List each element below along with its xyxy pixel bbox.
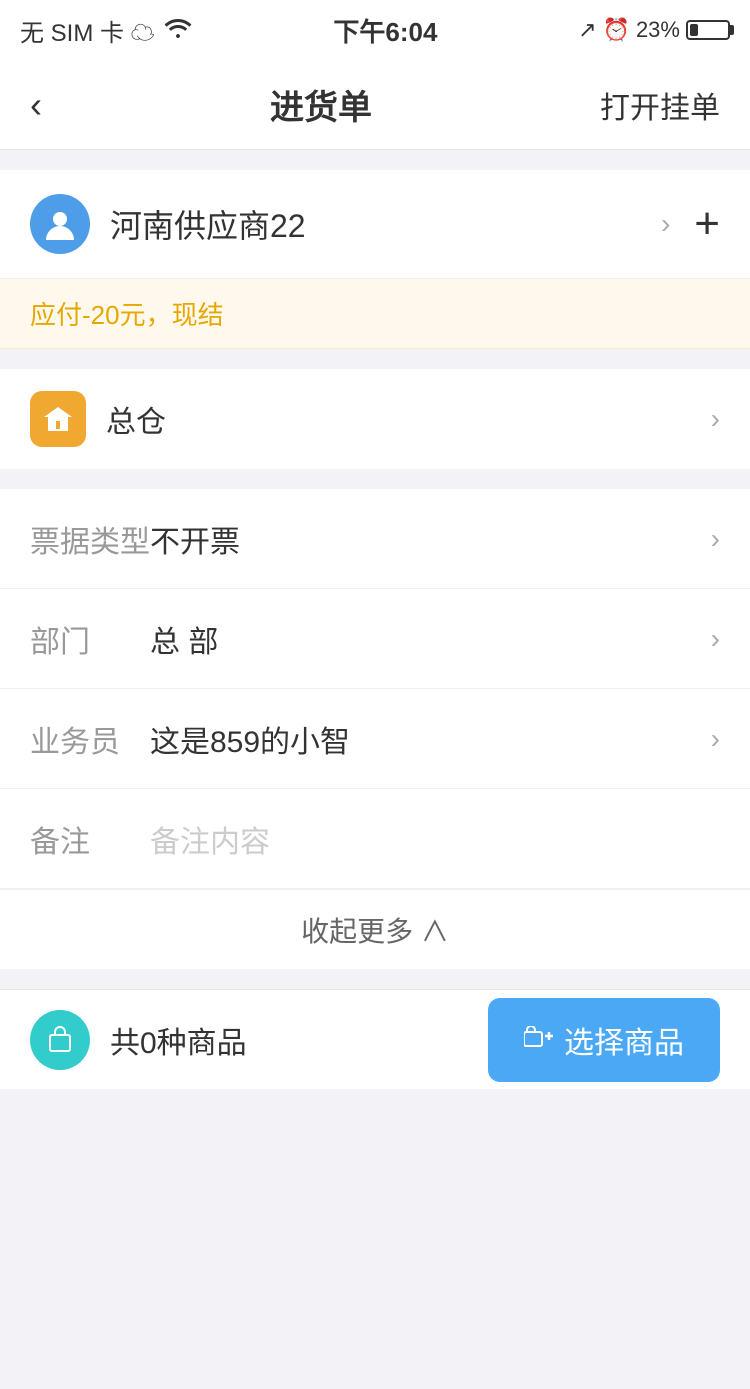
- ticket-type-label: 票据类型: [30, 517, 150, 561]
- battery-percent: 23%: [636, 17, 680, 43]
- remark-label: 备注: [30, 817, 150, 861]
- footer-gray: [0, 1089, 750, 1389]
- ticket-type-chevron-icon: ›: [711, 523, 720, 555]
- cart-plus-icon: [524, 1026, 554, 1054]
- status-bar: 无 SIM 卡 ☁ 下午6:04 ↗ ⏰ 23%: [0, 0, 750, 60]
- supplier-row[interactable]: 河南供应商22 › +: [0, 170, 750, 279]
- select-product-button[interactable]: 选择商品: [488, 998, 720, 1082]
- remark-value[interactable]: 备注内容: [150, 817, 720, 861]
- warehouse-icon-wrap: [30, 391, 86, 447]
- salesperson-row[interactable]: 业务员 这是859的小智 ›: [0, 689, 750, 789]
- supplier-name: 河南供应商22: [110, 201, 661, 247]
- department-label: 部门: [30, 617, 150, 661]
- supplier-chevron-icon: ›: [661, 208, 670, 240]
- open-pending-button[interactable]: 打开挂单: [600, 83, 720, 127]
- bottom-bar: 共0种商品 选择商品: [0, 989, 750, 1089]
- status-right: ↗ ⏰ 23%: [578, 17, 730, 43]
- section-gap-1: [0, 150, 750, 170]
- add-supplier-button[interactable]: +: [694, 202, 720, 246]
- department-value: 总 部: [150, 617, 711, 661]
- location-icon: ↗: [578, 17, 596, 43]
- product-count-label: 共0种商品: [110, 1018, 488, 1062]
- fields-section: 票据类型 不开票 › 部门 总 部 › 业务员 这是859的小智 › 备注 备注…: [0, 489, 750, 969]
- salesperson-label: 业务员: [30, 717, 150, 761]
- warehouse-chevron-icon: ›: [711, 403, 720, 435]
- status-left: 无 SIM 卡 ☁: [20, 13, 193, 48]
- wifi-icon: [163, 16, 193, 45]
- salesperson-value: 这是859的小智: [150, 717, 711, 761]
- collapse-button[interactable]: 收起更多 ∧: [0, 889, 750, 969]
- battery-icon: [686, 20, 730, 40]
- section-gap-2: [0, 349, 750, 369]
- nav-bar: ‹ 进货单 打开挂单: [0, 60, 750, 150]
- salesperson-chevron-icon: ›: [711, 723, 720, 755]
- notice-banner: 应付-20元，现结: [0, 279, 750, 349]
- back-button[interactable]: ‹: [30, 84, 42, 126]
- warehouse-section: 总仓 ›: [0, 369, 750, 469]
- warehouse-name: 总仓: [106, 397, 711, 441]
- department-row[interactable]: 部门 总 部 ›: [0, 589, 750, 689]
- select-product-label: 选择商品: [564, 1018, 684, 1062]
- warehouse-row[interactable]: 总仓 ›: [0, 369, 750, 469]
- supplier-section: 河南供应商22 › + 应付-20元，现结: [0, 170, 750, 349]
- department-chevron-icon: ›: [711, 623, 720, 655]
- remark-row[interactable]: 备注 备注内容: [0, 789, 750, 889]
- product-count-icon: [30, 1010, 90, 1070]
- status-time: 下午6:04: [333, 12, 437, 49]
- page-title: 进货单: [270, 80, 372, 129]
- section-gap-3: [0, 469, 750, 489]
- ticket-type-row[interactable]: 票据类型 不开票 ›: [0, 489, 750, 589]
- section-gap-4: [0, 969, 750, 989]
- sim-label: 无 SIM 卡 ☁: [20, 13, 155, 48]
- ticket-type-value: 不开票: [150, 517, 711, 561]
- supplier-avatar: [30, 194, 90, 254]
- alarm-icon: ⏰: [603, 17, 630, 43]
